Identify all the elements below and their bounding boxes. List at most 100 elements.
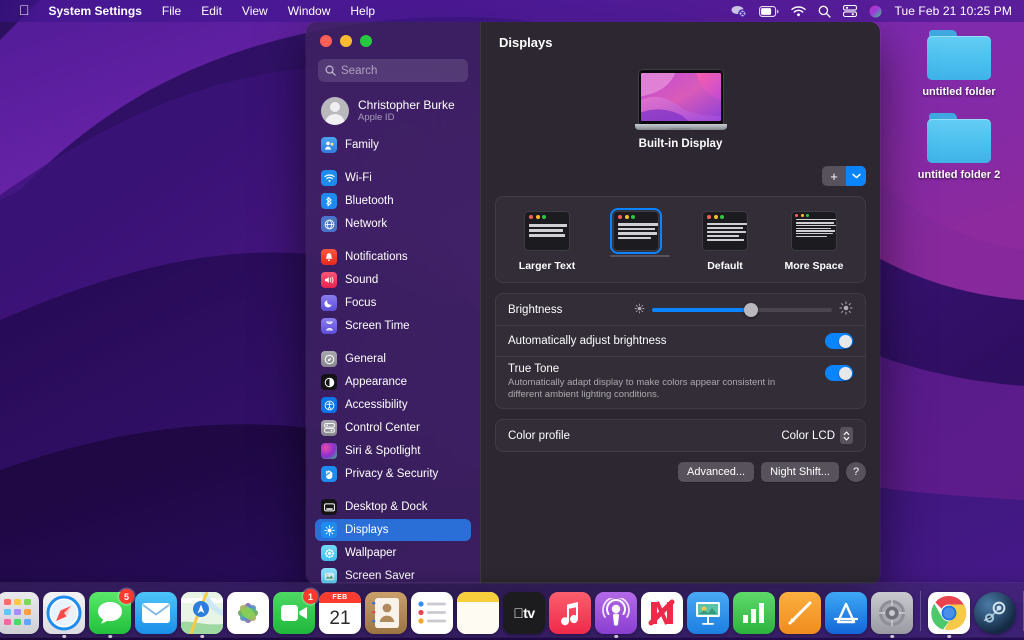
dock-item-system-settings[interactable] <box>871 592 913 634</box>
control-center-icon[interactable] <box>843 5 857 17</box>
sidebar-item-wallpaper[interactable]: Wallpaper <box>315 542 471 564</box>
sidebar-item-label: Screen Time <box>345 320 410 332</box>
sidebar-item-general[interactable]: General <box>315 348 471 370</box>
wifi-icon <box>321 170 337 186</box>
true-tone-toggle[interactable] <box>825 365 853 381</box>
chevron-down-icon[interactable] <box>846 166 866 186</box>
dock-item-maps[interactable] <box>181 592 223 634</box>
resolution-option-larger-text[interactable]: Larger Text <box>508 210 586 272</box>
siri-icon[interactable] <box>869 5 882 18</box>
resolution-option-default[interactable]: Default <box>686 210 764 272</box>
dock-item-steam[interactable] <box>974 592 1016 634</box>
sidebar-item-desktop-dock[interactable]: Desktop & Dock <box>315 496 471 518</box>
dock-item-podcasts[interactable] <box>595 592 637 634</box>
color-profile-popup[interactable]: Color LCD <box>781 427 853 444</box>
resolution-option-more-space[interactable]: More Space <box>775 210 853 272</box>
dock-item-numbers[interactable] <box>733 592 775 634</box>
menu-item-view[interactable]: View <box>232 0 278 22</box>
add-display-button[interactable]: + <box>822 166 846 186</box>
resolution-option-selected[interactable] <box>597 210 675 260</box>
menu-item-system-settings[interactable]: System Settings <box>39 0 152 22</box>
color-profile-card: Color profile Color LCD <box>495 419 866 452</box>
resolution-thumbnail <box>614 212 658 250</box>
calendar-month: FEB <box>319 592 361 603</box>
minimize-button[interactable] <box>340 35 352 47</box>
dock-item-app-store[interactable] <box>825 592 867 634</box>
sidebar-item-family[interactable]: Family <box>315 134 471 156</box>
wifi-icon[interactable] <box>791 6 806 17</box>
running-indicator <box>890 635 894 639</box>
dock-item-safari[interactable] <box>43 592 85 634</box>
running-indicator <box>200 635 204 639</box>
dock-item-facetime[interactable]: 1 <box>273 592 315 634</box>
sidebar-item-apple-id[interactable]: Christopher Burke Apple ID <box>315 92 471 130</box>
dock-item-reminders[interactable] <box>411 592 453 634</box>
dock-item-contacts[interactable] <box>365 592 407 634</box>
dock-item-launchpad[interactable] <box>0 592 39 634</box>
search-input[interactable] <box>341 65 461 77</box>
sidebar-item-accessibility[interactable]: Accessibility <box>315 394 471 416</box>
sidebar-item-appearance[interactable]: Appearance <box>315 371 471 393</box>
calendar-icon: FEB 21 <box>319 592 361 634</box>
sidebar-item-control-center[interactable]: Control Center <box>315 417 471 439</box>
menu-item-file[interactable]: File <box>152 0 191 22</box>
resolution-slider-track[interactable] <box>610 255 670 257</box>
sidebar-item-notifications[interactable]: Notifications <box>315 246 471 268</box>
dock-item-notes[interactable] <box>457 592 499 634</box>
battery-icon[interactable] <box>759 6 779 17</box>
sidebar-item-displays[interactable]: Displays <box>315 519 471 541</box>
sidebar-item-label: Family <box>345 139 379 151</box>
dock-item-messages[interactable]: 5 <box>89 592 131 634</box>
sidebar-item-bluetooth[interactable]: Bluetooth <box>315 190 471 212</box>
dock-item-apple-tv[interactable]: tv <box>503 592 545 634</box>
brightness-slider[interactable] <box>652 308 832 312</box>
search-icon[interactable] <box>818 5 831 18</box>
dock-item-chrome[interactable] <box>928 592 970 634</box>
dock-item-photos[interactable] <box>227 592 269 634</box>
sidebar-item-wifi[interactable]: Wi-Fi <box>315 167 471 189</box>
sidebar-item-sound[interactable]: Sound <box>315 269 471 291</box>
add-display-control[interactable]: + <box>822 166 866 186</box>
close-button[interactable] <box>320 35 332 47</box>
menu-bar-clock[interactable]: Tue Feb 21 10:25 PM <box>894 4 1012 18</box>
brightness-settings-card: Brightness Automatically adjust brightne… <box>495 293 866 409</box>
resolution-label: Default <box>686 260 764 272</box>
menu-bar:  System Settings File Edit View Window … <box>0 0 1024 22</box>
desktop-folder-untitled-folder-2[interactable]: untitled folder 2 <box>904 113 1014 182</box>
menu-item-edit[interactable]: Edit <box>191 0 232 22</box>
apple-logo-icon[interactable]:  <box>10 0 39 22</box>
sidebar-item-network[interactable]: Network <box>315 213 471 235</box>
sidebar-item-screen-saver[interactable]: Screen Saver <box>315 565 471 584</box>
dock-item-news[interactable] <box>641 592 683 634</box>
help-button[interactable]: ? <box>846 462 866 482</box>
stepper-icon[interactable] <box>840 427 853 444</box>
brightness-slider-knob[interactable] <box>744 303 758 317</box>
sidebar-item-label: Bluetooth <box>345 195 394 207</box>
sidebar-item-siri-spotlight[interactable]: Siri & Spotlight <box>315 440 471 462</box>
sidebar-item-screen-time[interactable]: Screen Time <box>315 315 471 337</box>
appstore-icon <box>825 592 867 634</box>
menu-item-help[interactable]: Help <box>340 0 385 22</box>
calendar-day: 21 <box>329 603 350 634</box>
night-shift-button[interactable]: Night Shift... <box>761 462 839 482</box>
news-icon <box>641 592 683 634</box>
brightness-label: Brightness <box>508 304 634 316</box>
dock-item-pages[interactable] <box>779 592 821 634</box>
builtin-display-preview[interactable]: Built-in Display <box>635 70 727 150</box>
advanced-button[interactable]: Advanced... <box>678 462 754 482</box>
dock-item-calendar[interactable]: FEB 21 <box>319 592 361 634</box>
desktop-folder-untitled-folder[interactable]: untitled folder <box>904 30 1014 99</box>
dock-item-keynote[interactable] <box>687 592 729 634</box>
maximize-button[interactable] <box>360 35 372 47</box>
dock-item-mail[interactable] <box>135 592 177 634</box>
auto-brightness-toggle[interactable] <box>825 333 853 349</box>
keynote-icon <box>687 592 729 634</box>
menu-item-window[interactable]: Window <box>278 0 341 22</box>
dock-item-music[interactable] <box>549 592 591 634</box>
search-field[interactable] <box>318 59 468 82</box>
control-center-disabled-icon[interactable] <box>730 5 747 18</box>
account-name: Christopher Burke <box>358 99 455 112</box>
launchpad-icon <box>0 592 39 634</box>
sidebar-item-privacy-security[interactable]: Privacy & Security <box>315 463 471 485</box>
sidebar-item-focus[interactable]: Focus <box>315 292 471 314</box>
